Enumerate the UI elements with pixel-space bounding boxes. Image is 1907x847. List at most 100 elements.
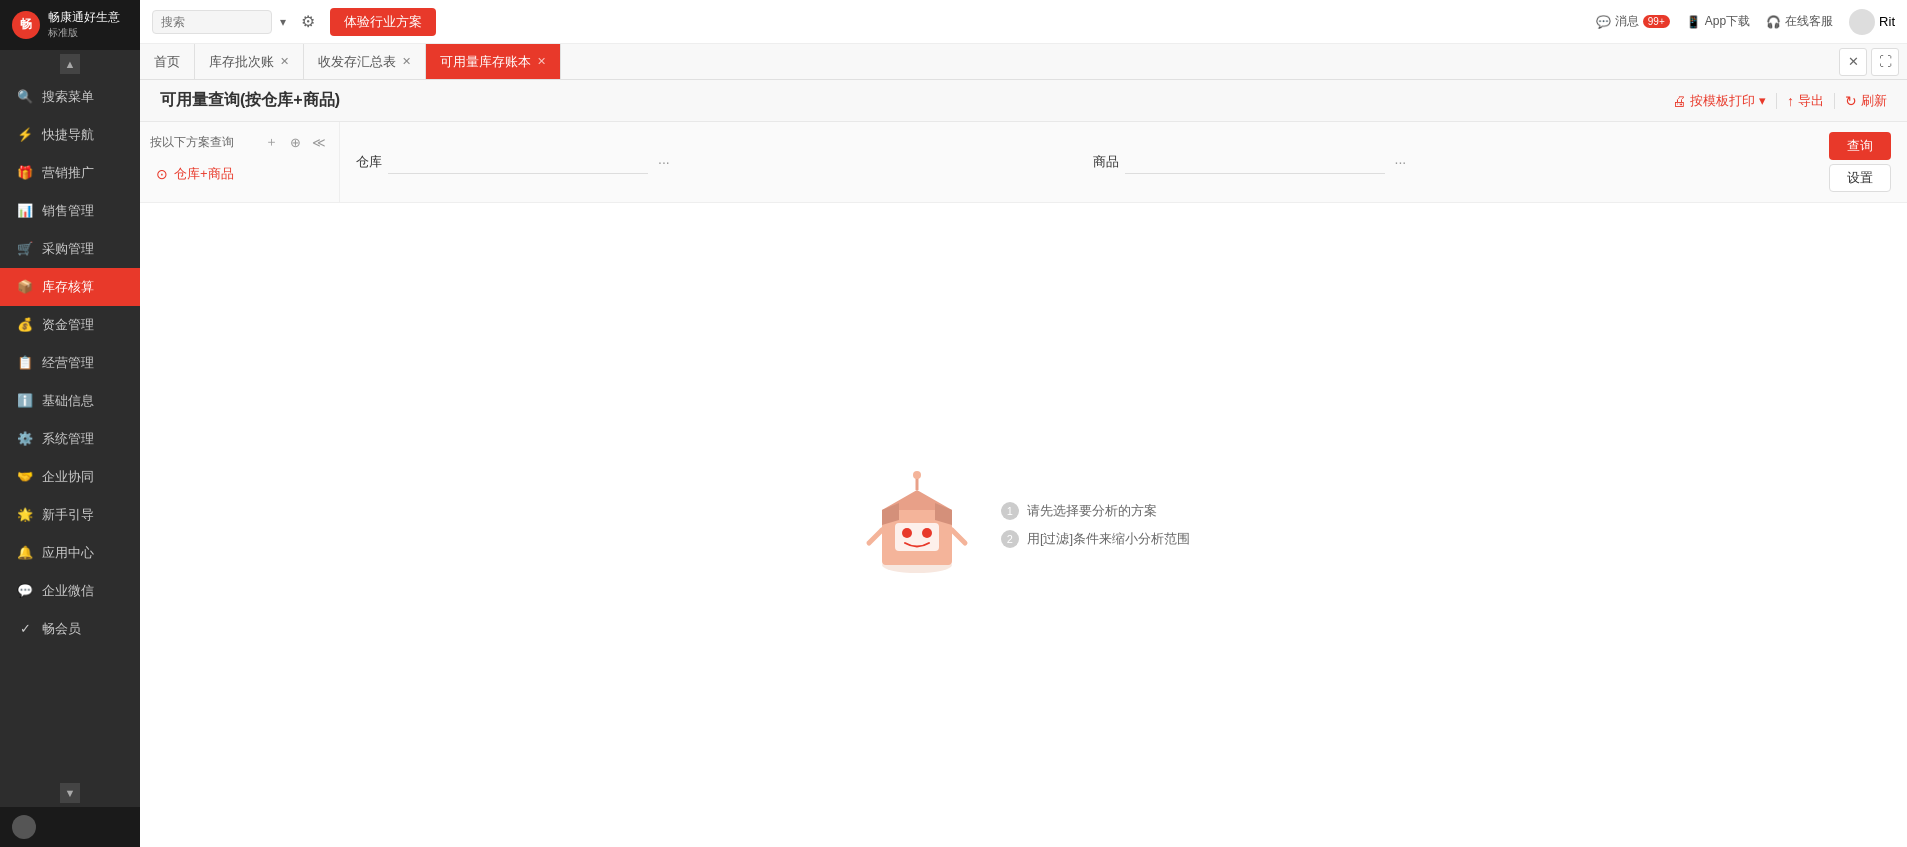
sidebar-scroll-up[interactable]: ▲ bbox=[60, 54, 80, 74]
filter-action-btns: 查询 设置 bbox=[1829, 132, 1891, 192]
topbar-message-group[interactable]: 💬 消息 99+ bbox=[1596, 13, 1670, 30]
svg-point-7 bbox=[922, 528, 932, 538]
sidebar-item-new-guide[interactable]: 🌟 新手引导 bbox=[0, 496, 140, 534]
tab-available-ledger[interactable]: 可用量库存账本 ✕ bbox=[426, 44, 561, 79]
sidebar-item-label: 企业微信 bbox=[42, 582, 94, 600]
quick-nav-icon: ⚡ bbox=[16, 126, 34, 144]
tab-available-ledger-close[interactable]: ✕ bbox=[537, 55, 546, 68]
sidebar-item-system[interactable]: ⚙️ 系统管理 bbox=[0, 420, 140, 458]
sidebar-item-label: 快捷导航 bbox=[42, 126, 94, 144]
tab-home-label: 首页 bbox=[154, 53, 180, 71]
sidebar-item-marketing[interactable]: 🎁 营销推广 bbox=[0, 154, 140, 192]
sidebar-scroll-down[interactable]: ▼ bbox=[60, 783, 80, 803]
tip-text-2: 用[过滤]条件来缩小分析范围 bbox=[1027, 530, 1190, 548]
sidebar-scroll-down-controls: ▼ bbox=[0, 779, 140, 807]
app-download-label: App下载 bbox=[1705, 13, 1750, 30]
print-icon: 🖨 bbox=[1672, 93, 1686, 109]
sales-icon: 📊 bbox=[16, 202, 34, 220]
sidebar-item-search-menu[interactable]: 🔍 搜索菜单 bbox=[0, 78, 140, 116]
print-dropdown-icon[interactable]: ▾ bbox=[1759, 93, 1766, 108]
sidebar-item-member[interactable]: ✓ 畅会员 bbox=[0, 610, 140, 648]
topbar-industry-btn[interactable]: 体验行业方案 bbox=[330, 8, 436, 36]
tab-batch-account[interactable]: 库存批次账 ✕ bbox=[195, 44, 304, 79]
warehouse-input[interactable] bbox=[388, 150, 648, 174]
basic-info-icon: ℹ️ bbox=[16, 392, 34, 410]
main-area: ▾ ⚙ 体验行业方案 💬 消息 99+ 📱 App下载 🎧 在线客服 Rit bbox=[140, 0, 1907, 847]
tab-home[interactable]: 首页 bbox=[140, 44, 195, 79]
sidebar-item-purchase[interactable]: 🛒 采购管理 bbox=[0, 230, 140, 268]
filter-collapse-btn[interactable]: ≪ bbox=[309, 132, 329, 152]
goods-input[interactable] bbox=[1125, 150, 1385, 174]
sidebar-item-sales[interactable]: 📊 销售管理 bbox=[0, 192, 140, 230]
system-icon: ⚙️ bbox=[16, 430, 34, 448]
tabs-bar: 首页 库存批次账 ✕ 收发存汇总表 ✕ 可用量库存账本 ✕ ✕ ⛶ bbox=[140, 44, 1907, 80]
tab-batch-account-close[interactable]: ✕ bbox=[280, 55, 289, 68]
refresh-btn[interactable]: ↻ 刷新 bbox=[1845, 92, 1887, 110]
filter-left-panel: 按以下方案查询 ＋ ⊕ ≪ ⊙ 仓库+商品 bbox=[140, 122, 340, 202]
sidebar-item-enterprise[interactable]: 🤝 企业协同 bbox=[0, 458, 140, 496]
goods-filter-field: 商品 ··· bbox=[1093, 150, 1818, 174]
message-icon: 💬 bbox=[1596, 15, 1611, 29]
filter-add-btn[interactable]: ＋ bbox=[261, 132, 281, 152]
query-button[interactable]: 查询 bbox=[1829, 132, 1891, 160]
sidebar-item-label: 系统管理 bbox=[42, 430, 94, 448]
sidebar-item-label: 资金管理 bbox=[42, 316, 94, 334]
finance-icon: 💰 bbox=[16, 316, 34, 334]
sidebar-item-label: 采购管理 bbox=[42, 240, 94, 258]
sidebar-item-basic-info[interactable]: ℹ️ 基础信息 bbox=[0, 382, 140, 420]
tabs-close-btn[interactable]: ✕ bbox=[1839, 48, 1867, 76]
settings-button[interactable]: 设置 bbox=[1829, 164, 1891, 192]
topbar-search-input[interactable] bbox=[152, 10, 272, 34]
svg-point-6 bbox=[902, 528, 912, 538]
sidebar-item-label: 企业协同 bbox=[42, 468, 94, 486]
enterprise-icon: 🤝 bbox=[16, 468, 34, 486]
topbar-dropdown-btn[interactable]: ▾ bbox=[280, 15, 286, 29]
export-icon: ↑ bbox=[1787, 93, 1794, 109]
enterprise-wechat-icon: 💬 bbox=[16, 582, 34, 600]
sidebar-item-operations[interactable]: 📋 经营管理 bbox=[0, 344, 140, 382]
sidebar-item-finance[interactable]: 💰 资金管理 bbox=[0, 306, 140, 344]
empty-state: 1 请先选择要分析的方案 2 用[过滤]条件来缩小分析范围 bbox=[140, 203, 1907, 847]
sidebar-item-label: 基础信息 bbox=[42, 392, 94, 410]
inventory-icon: 📦 bbox=[16, 278, 34, 296]
filter-config-btn[interactable]: ⊕ bbox=[285, 132, 305, 152]
tabs-maximize-btn[interactable]: ⛶ bbox=[1871, 48, 1899, 76]
scheme-item-icon: ⊙ bbox=[156, 166, 168, 182]
topbar-settings-icon[interactable]: ⚙ bbox=[294, 8, 322, 36]
filter-scheme-item[interactable]: ⊙ 仓库+商品 bbox=[150, 160, 329, 188]
app-center-icon: 🔔 bbox=[16, 544, 34, 562]
sidebar: 畅 畅康通好生意 标准版 ▲ 🔍 搜索菜单 ⚡ 快捷导航 🎁 营销推广 📊 销售… bbox=[0, 0, 140, 847]
sidebar-item-label: 经营管理 bbox=[42, 354, 94, 372]
topbar-user-avatar bbox=[1849, 9, 1875, 35]
topbar-online-service[interactable]: 🎧 在线客服 bbox=[1766, 13, 1833, 30]
topbar-user-name: Rit bbox=[1879, 14, 1895, 29]
sidebar-item-label: 新手引导 bbox=[42, 506, 94, 524]
goods-more-btn[interactable]: ··· bbox=[1391, 154, 1411, 170]
sidebar-header: 畅 畅康通好生意 标准版 bbox=[0, 0, 140, 50]
content-header: 可用量查询(按仓库+商品) 🖨 按模板打印 ▾ ↑ 导出 ↻ 刷新 bbox=[140, 80, 1907, 122]
refresh-label: 刷新 bbox=[1861, 92, 1887, 110]
sidebar-item-enterprise-wechat[interactable]: 💬 企业微信 bbox=[0, 572, 140, 610]
operations-icon: 📋 bbox=[16, 354, 34, 372]
tab-available-ledger-label: 可用量库存账本 bbox=[440, 53, 531, 71]
sidebar-item-app-center[interactable]: 🔔 应用中心 bbox=[0, 534, 140, 572]
new-guide-icon: 🌟 bbox=[16, 506, 34, 524]
sidebar-app-title: 畅康通好生意 bbox=[48, 10, 120, 26]
tab-receipt-summary-close[interactable]: ✕ bbox=[402, 55, 411, 68]
online-service-label: 在线客服 bbox=[1785, 13, 1833, 30]
sidebar-user-bottom[interactable] bbox=[0, 807, 140, 847]
print-btn[interactable]: 🖨 按模板打印 ▾ bbox=[1672, 92, 1766, 110]
tab-receipt-summary[interactable]: 收发存汇总表 ✕ bbox=[304, 44, 426, 79]
topbar-app-download[interactable]: 📱 App下载 bbox=[1686, 13, 1750, 30]
sidebar-item-inventory[interactable]: 📦 库存核算 bbox=[0, 268, 140, 306]
topbar-user[interactable]: Rit bbox=[1849, 9, 1895, 35]
warehouse-more-btn[interactable]: ··· bbox=[654, 154, 674, 170]
goods-label: 商品 bbox=[1093, 153, 1119, 171]
export-btn[interactable]: ↑ 导出 bbox=[1787, 92, 1824, 110]
sidebar-item-quick-nav[interactable]: ⚡ 快捷导航 bbox=[0, 116, 140, 154]
sidebar-user-avatar bbox=[12, 815, 36, 839]
filter-right-panel: 仓库 ··· 商品 ··· 查询 设置 bbox=[340, 122, 1907, 202]
tab-receipt-summary-label: 收发存汇总表 bbox=[318, 53, 396, 71]
member-icon: ✓ bbox=[16, 620, 34, 638]
message-badge: 99+ bbox=[1643, 15, 1670, 28]
